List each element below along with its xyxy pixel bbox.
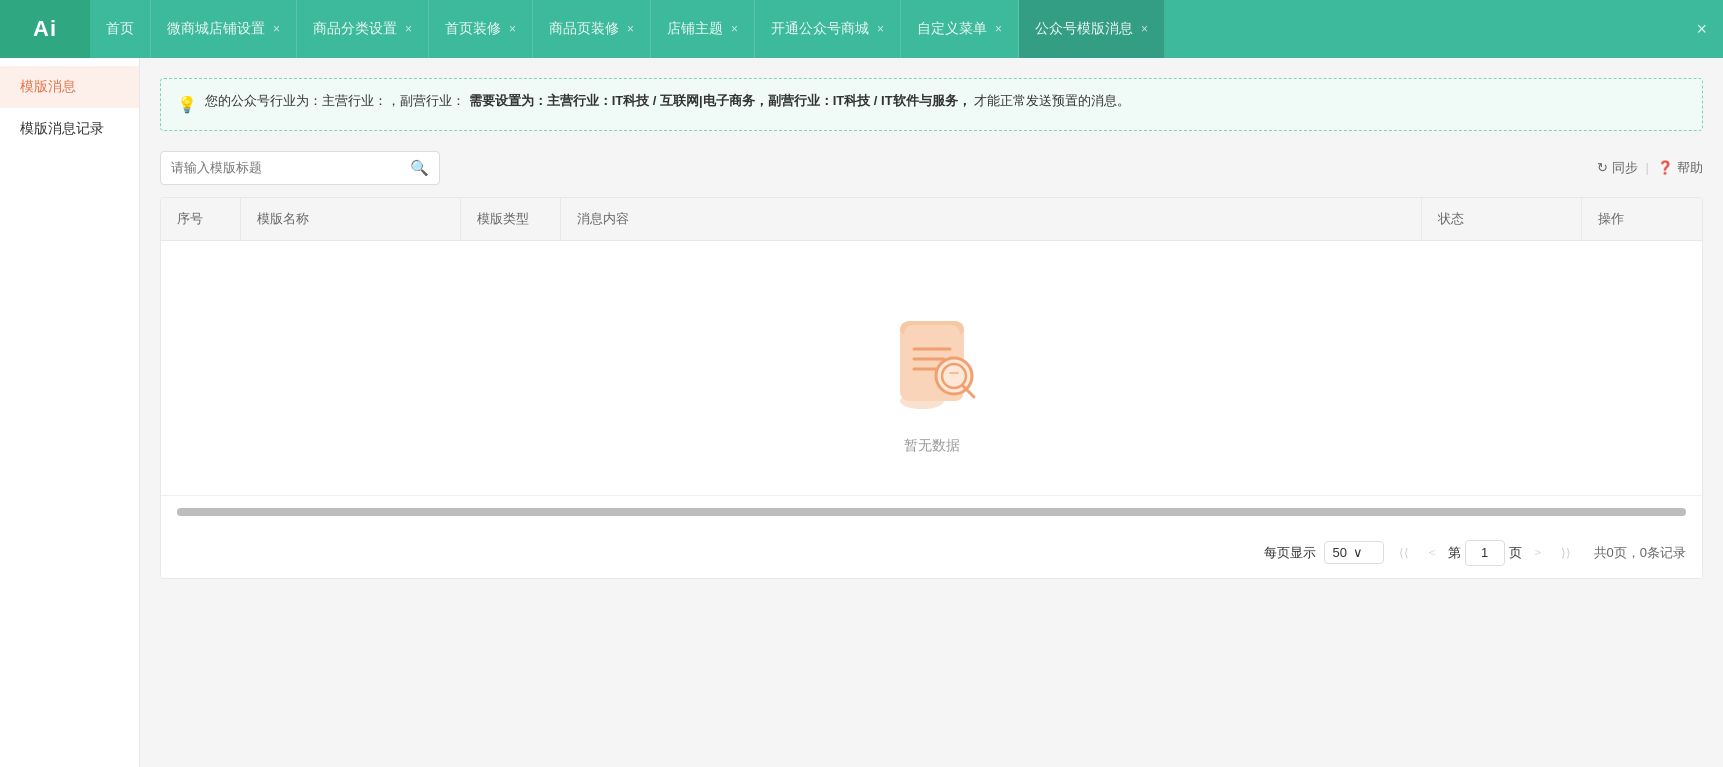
notice-icon: 💡	[177, 92, 197, 118]
scrollbar[interactable]	[177, 508, 1686, 516]
search-icon[interactable]: 🔍	[410, 159, 429, 177]
col-status: 状态	[1422, 198, 1582, 240]
table-header: 序号 模版名称 模版类型 消息内容 状态 操作	[161, 198, 1702, 241]
notice-prefix: 您的公众号行业为：主营行业：，副营行业：	[205, 93, 465, 108]
chevron-down-icon: ∨	[1353, 545, 1363, 560]
nav-tab-8[interactable]: 公众号模版消息×	[1019, 0, 1165, 58]
page-nav: ⟨⟨ ＜ 第 页 ＞ ⟩⟩	[1392, 540, 1578, 566]
di-label: 第	[1448, 544, 1461, 562]
nav-tab-close-6[interactable]: ×	[877, 22, 884, 36]
nav-tab-close-4[interactable]: ×	[627, 22, 634, 36]
sync-label: 同步	[1612, 159, 1638, 177]
sync-icon: ↻	[1597, 160, 1608, 175]
col-op: 操作	[1582, 198, 1702, 240]
main-layout: 模版消息模版消息记录 💡 您的公众号行业为：主营行业：，副营行业： 需要设置为：…	[0, 58, 1723, 767]
toolbar-right: ↻ 同步 | ❓ 帮助	[1597, 159, 1703, 177]
scrollbar-thumb[interactable]	[177, 508, 1686, 516]
col-content: 消息内容	[561, 198, 1422, 240]
nav-tab-close-8[interactable]: ×	[1141, 22, 1148, 36]
nav-tab-7[interactable]: 自定义菜单×	[901, 0, 1019, 58]
top-nav: Ai 首页微商城店铺设置×商品分类设置×首页装修×商品页装修×店铺主题×开通公众…	[0, 0, 1723, 58]
empty-icon	[872, 301, 992, 421]
sidebar-item-0[interactable]: 模版消息	[0, 66, 139, 108]
notice-highlight: 需要设置为：主营行业：IT科技 / 互联网|电子商务，副营行业：IT科技 / I…	[469, 93, 971, 108]
page-size-value: 50	[1333, 545, 1347, 560]
page-size-select[interactable]: 50 ∨	[1324, 541, 1384, 564]
nav-tab-close-7[interactable]: ×	[995, 22, 1002, 36]
next-page-button[interactable]: ＞	[1526, 541, 1550, 565]
nav-tab-2[interactable]: 商品分类设置×	[297, 0, 429, 58]
data-table: 序号 模版名称 模版类型 消息内容 状态 操作	[160, 197, 1703, 579]
search-bar: 🔍 ↻ 同步 | ❓ 帮助	[160, 151, 1703, 185]
nav-tabs: 首页微商城店铺设置×商品分类设置×首页装修×商品页装修×店铺主题×开通公众号商城…	[90, 0, 1680, 58]
nav-tab-4[interactable]: 商品页装修×	[533, 0, 651, 58]
prev-page-button[interactable]: ＜	[1420, 541, 1444, 565]
empty-text: 暂无数据	[904, 437, 960, 455]
page-size-label: 每页显示	[1264, 544, 1316, 562]
nav-tab-5[interactable]: 店铺主题×	[651, 0, 755, 58]
nav-tab-close-1[interactable]: ×	[273, 22, 280, 36]
help-label: 帮助	[1677, 159, 1703, 177]
page-unit: 页	[1509, 544, 1522, 562]
nav-tab-1[interactable]: 微商城店铺设置×	[151, 0, 297, 58]
notice-box: 💡 您的公众号行业为：主营行业：，副营行业： 需要设置为：主营行业：IT科技 /…	[160, 78, 1703, 131]
search-input[interactable]	[171, 160, 410, 175]
notice-text: 您的公众号行业为：主营行业：，副营行业： 需要设置为：主营行业：IT科技 / 互…	[205, 91, 1130, 112]
nav-tab-3[interactable]: 首页装修×	[429, 0, 533, 58]
content-area: 💡 您的公众号行业为：主营行业：，副营行业： 需要设置为：主营行业：IT科技 /…	[140, 58, 1723, 767]
nav-tab-6[interactable]: 开通公众号商城×	[755, 0, 901, 58]
nav-tab-close-5[interactable]: ×	[731, 22, 738, 36]
nav-tab-close-2[interactable]: ×	[405, 22, 412, 36]
help-icon: ❓	[1657, 160, 1673, 175]
search-input-wrap[interactable]: 🔍	[160, 151, 440, 185]
app-logo: Ai	[0, 0, 90, 58]
last-page-button[interactable]: ⟩⟩	[1554, 541, 1578, 565]
page-number-input[interactable]	[1465, 540, 1505, 566]
help-button[interactable]: ❓ 帮助	[1657, 159, 1703, 177]
sidebar-item-1[interactable]: 模版消息记录	[0, 108, 139, 150]
divider: |	[1646, 160, 1649, 175]
first-page-button[interactable]: ⟨⟨	[1392, 541, 1416, 565]
pagination: 每页显示 50 ∨ ⟨⟨ ＜ 第 页 ＞ ⟩⟩ 共0页，0条记录	[161, 528, 1702, 578]
nav-tab-0[interactable]: 首页	[90, 0, 151, 58]
total-text: 共0页，0条记录	[1594, 544, 1686, 562]
col-name: 模版名称	[241, 198, 461, 240]
sidebar: 模版消息模版消息记录	[0, 58, 140, 767]
col-type: 模版类型	[461, 198, 561, 240]
scrollbar-area	[161, 495, 1702, 528]
empty-state: 暂无数据	[161, 241, 1702, 495]
sync-button[interactable]: ↻ 同步	[1597, 159, 1638, 177]
close-all-button[interactable]: ×	[1680, 19, 1723, 40]
nav-tab-close-3[interactable]: ×	[509, 22, 516, 36]
notice-suffix: 才能正常发送预置的消息。	[974, 93, 1130, 108]
col-seq: 序号	[161, 198, 241, 240]
